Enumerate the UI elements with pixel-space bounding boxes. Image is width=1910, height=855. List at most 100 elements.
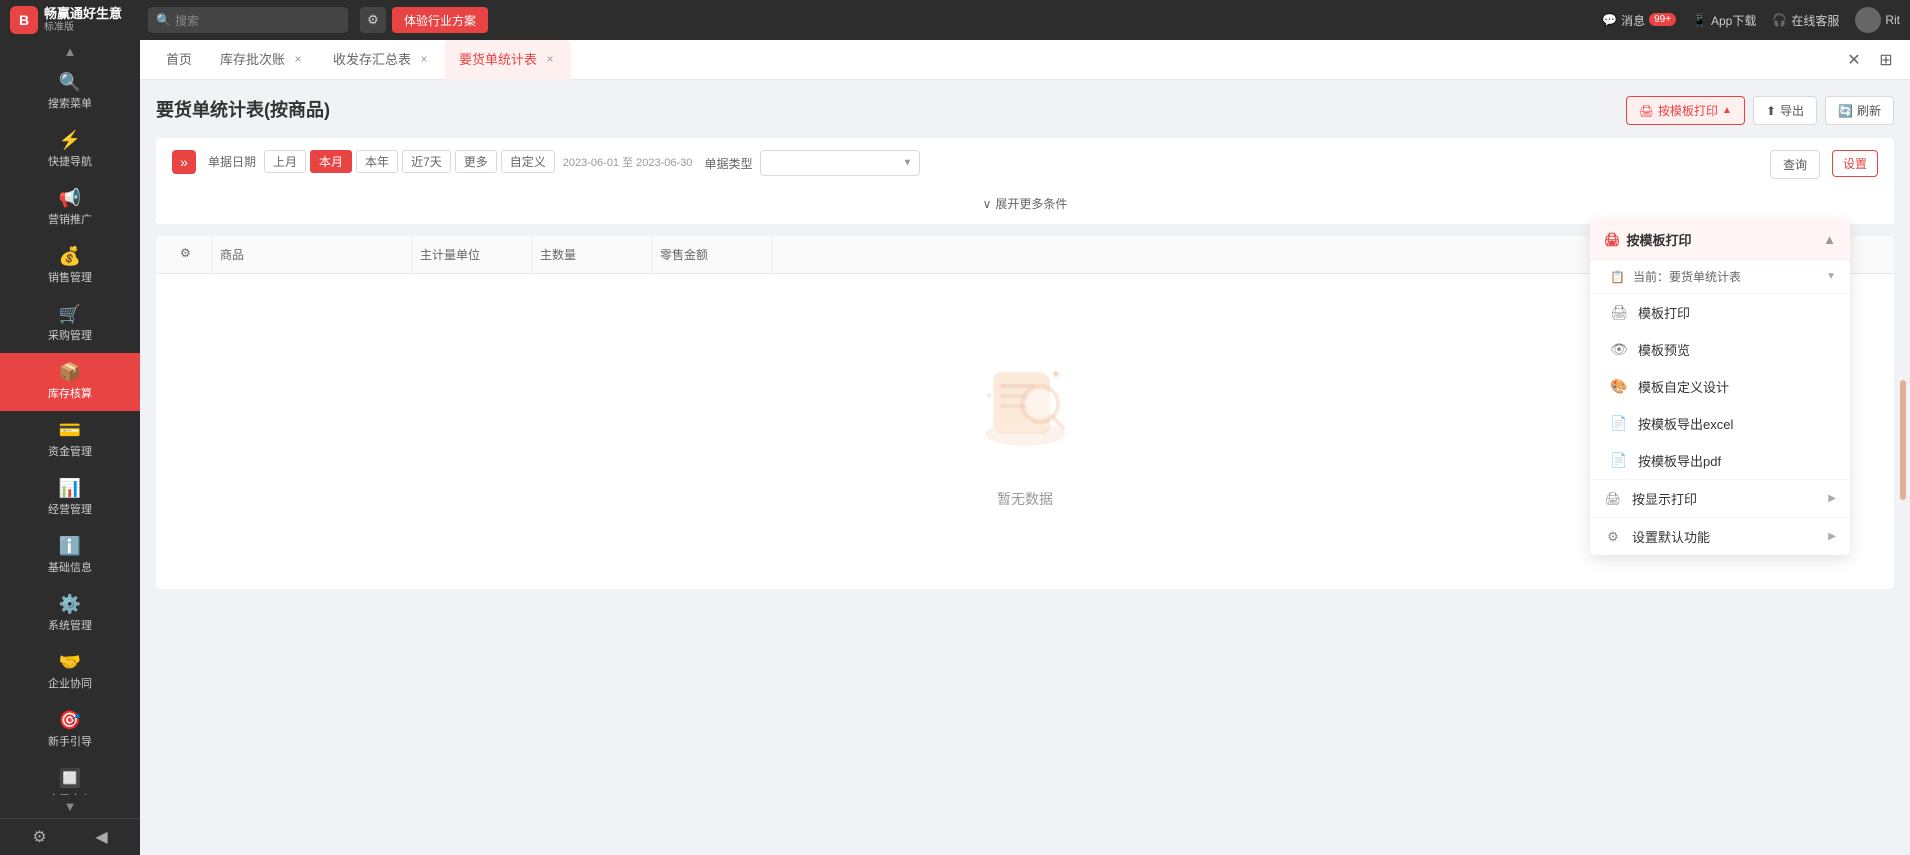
tab-close-receipts-summary[interactable]: × (417, 52, 431, 66)
sidebar-scroll-down[interactable]: ▼ (0, 795, 140, 818)
tab-order-stats[interactable]: 要货单统计表 × (445, 40, 571, 80)
tab-receipts-summary[interactable]: 收发存汇总表 × (319, 40, 445, 80)
user-avatar[interactable]: Rit (1855, 7, 1900, 33)
export-btn[interactable]: ⬆ 导出 (1753, 96, 1817, 125)
dropdown-label-template-print: 模板打印 (1638, 303, 1690, 322)
dropdown-item-export-pdf[interactable]: 📄 按模板导出pdf (1590, 442, 1850, 479)
username: Rit (1885, 13, 1900, 27)
chevron-down-icon: ∨ (983, 197, 992, 211)
dropdown-collapse-btn[interactable]: ▲ (1823, 232, 1836, 247)
current-template-arrow: ▼ (1826, 271, 1836, 282)
content-area: 首页 库存批次账 × 收发存汇总表 × 要货单统计表 × ✕ ⊞ 要货单统计表(… (140, 40, 1910, 855)
sidebar-item-quick[interactable]: ⚡ 快捷导航 (0, 121, 140, 179)
dropdown-item-template-preview[interactable]: 👁 模板预览 (1590, 331, 1850, 368)
date-filter-group: 单据日期 上月 本月 本年 近7天 更多 自定义 2023-06-01 至 20… (208, 150, 692, 173)
chevron-up-icon: ▲ (1722, 105, 1732, 116)
template-design-icon: 🎨 (1610, 378, 1628, 395)
tab-home[interactable]: 首页 (152, 40, 206, 80)
trial-button[interactable]: 体验行业方案 (392, 7, 488, 33)
query-btn[interactable]: 查询 (1770, 150, 1820, 179)
search-placeholder: 搜索 (175, 12, 199, 29)
sidebar-label-system: 系统管理 (48, 617, 92, 633)
date-btn-prev-month[interactable]: 上月 (264, 150, 306, 173)
sidebar-label-cooperation: 企业协同 (48, 675, 92, 691)
sidebar-item-newbie[interactable]: 🎯 新手引导 (0, 701, 140, 759)
message-icon: 💬 (1602, 13, 1617, 27)
sidebar-item-sales[interactable]: 💰 销售管理 (0, 237, 140, 295)
dropdown-item-display-print[interactable]: 🖨 按显示打印 ▶ (1590, 479, 1850, 517)
dropdown-label-template-design: 模板自定义设计 (1638, 377, 1729, 396)
online-service-btn[interactable]: 🎧 在线客服 (1772, 12, 1839, 29)
top-bar: B 畅赢通好生意 标准版 🔍 搜索 ⚙ 体验行业方案 💬 消息 99+ 📱 Ap… (0, 0, 1910, 40)
sidebar-settings-btn[interactable]: ⚙ (32, 827, 46, 847)
sidebar-item-finance[interactable]: 💳 资金管理 (0, 411, 140, 469)
sidebar-item-inventory[interactable]: 📦 库存核算 (0, 353, 140, 411)
global-search[interactable]: 🔍 搜索 (148, 7, 348, 33)
dropdown-item-default-func[interactable]: ⚙ 设置默认功能 ▶ (1590, 517, 1850, 555)
order-type-select-wrapper: ▼ (760, 150, 920, 176)
sidebar-item-appstore[interactable]: 🔲 应用中心 (0, 759, 140, 795)
download-icon: 📱 (1692, 13, 1707, 27)
order-type-select[interactable] (760, 150, 920, 176)
template-preview-icon: 👁 (1610, 341, 1628, 358)
sales-icon: 💰 (59, 247, 81, 265)
dropdown-printer-icon: 🖨 (1604, 232, 1621, 248)
template-print-icon: 🖨 (1610, 304, 1628, 321)
print-template-dropdown: 🖨 按模板打印 ▲ 📋 当前：要货单统计表 ▼ 🖨 模板打印 (1590, 220, 1850, 555)
date-btn-custom[interactable]: 自定义 (501, 150, 555, 173)
settings-icon[interactable]: ⚙ (360, 7, 386, 33)
empty-svg: ✦ ✦ (965, 354, 1085, 454)
sidebar-item-business[interactable]: 📊 经营管理 (0, 469, 140, 527)
dropdown-header: 🖨 按模板打印 ▲ (1590, 220, 1850, 260)
app-logo: B 畅赢通好生意 标准版 (10, 6, 140, 34)
purchase-icon: 🛒 (59, 305, 81, 323)
sidebar-item-purchase[interactable]: 🛒 采购管理 (0, 295, 140, 353)
right-scrollbar-handle[interactable] (1900, 380, 1906, 500)
sidebar-label-business: 经营管理 (48, 501, 92, 517)
dropdown-current-template[interactable]: 📋 当前：要货单统计表 ▼ (1590, 260, 1850, 294)
print-template-btn[interactable]: 🖨 按模板打印 ▲ (1626, 96, 1745, 125)
date-btn-current-month[interactable]: 本月 (310, 150, 352, 173)
date-btn-current-year[interactable]: 本年 (356, 150, 398, 173)
cooperation-icon: 🤝 (59, 653, 81, 671)
dropdown-item-template-print[interactable]: 🖨 模板打印 (1590, 294, 1850, 331)
sidebar-item-search[interactable]: 🔍 搜索菜单 (0, 63, 140, 121)
sidebar-item-cooperation[interactable]: 🤝 企业协同 (0, 643, 140, 701)
app-name: 畅赢通好生意 (44, 6, 122, 22)
tab-inventory-batch[interactable]: 库存批次账 × (206, 40, 319, 80)
sidebar-label-newbie: 新手引导 (48, 733, 92, 749)
order-type-group: 单据类型 ▼ (704, 150, 920, 176)
svg-text:✦: ✦ (985, 391, 993, 402)
sidebar-item-marketing[interactable]: 📢 营销推广 (0, 179, 140, 237)
dropdown-item-export-excel[interactable]: 📄 按模板导出excel (1590, 405, 1850, 442)
tab-maximize-btn[interactable]: ⊞ (1874, 48, 1898, 72)
search-nav-icon: 🔍 (59, 73, 81, 91)
date-btn-last7[interactable]: 近7天 (402, 150, 451, 173)
date-btn-more[interactable]: 更多 (455, 150, 497, 173)
filter-bar: » 单据日期 上月 本月 本年 近7天 更多 自定义 2023-06-01 至 … (156, 138, 1894, 224)
sidebar-item-basic[interactable]: ℹ️ 基础信息 (0, 527, 140, 585)
app-download-btn[interactable]: 📱 App下载 (1692, 12, 1756, 29)
col-qty: 主数量 (532, 236, 652, 273)
tab-close-all-btn[interactable]: ✕ (1842, 48, 1866, 72)
settings-btn[interactable]: 设置 (1832, 150, 1878, 177)
tab-close-order-stats[interactable]: × (543, 52, 557, 66)
dropdown-item-template-design[interactable]: 🎨 模板自定义设计 (1590, 368, 1850, 405)
inventory-icon: 📦 (59, 363, 81, 381)
avatar (1855, 7, 1881, 33)
top-bar-actions: ⚙ 体验行业方案 (360, 7, 488, 33)
display-print-arrow: ▶ (1828, 493, 1836, 504)
dropdown-label-export-excel: 按模板导出excel (1638, 414, 1733, 433)
col-unit: 主计量单位 (412, 236, 532, 273)
refresh-btn[interactable]: 🔄 刷新 (1825, 96, 1894, 125)
sidebar-item-system[interactable]: ⚙️ 系统管理 (0, 585, 140, 643)
sidebar-collapse-btn[interactable]: ◀ (95, 827, 107, 847)
current-template-label: 当前：要货单统计表 (1633, 268, 1741, 285)
messages-btn[interactable]: 💬 消息 99+ (1602, 12, 1676, 29)
expand-more-btn[interactable]: ∨ 展开更多条件 (983, 195, 1068, 212)
col-goods: 商品 (212, 236, 412, 273)
expand-toggle-btn[interactable]: » (172, 150, 196, 174)
col-gear[interactable]: ⚙ (172, 236, 212, 273)
sidebar-scroll-up[interactable]: ▲ (0, 40, 140, 63)
tab-close-inventory-batch[interactable]: × (291, 52, 305, 66)
